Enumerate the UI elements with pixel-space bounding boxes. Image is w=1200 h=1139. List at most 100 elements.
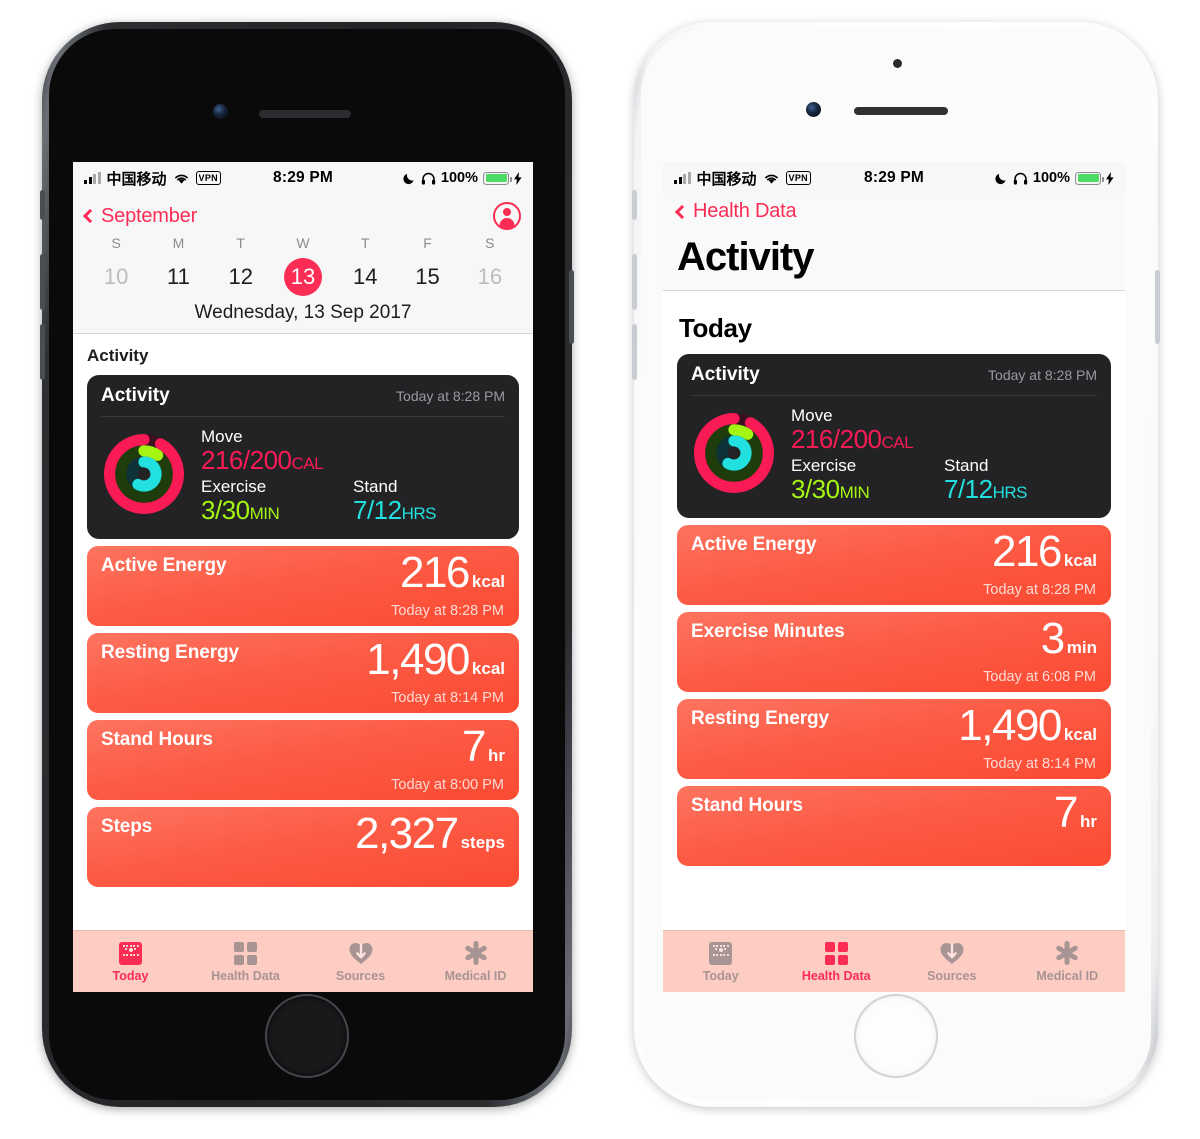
move-value: 216/200 bbox=[201, 445, 292, 476]
screenshot-stage: 中国移动 VPN 8:29 PM 100% September S M T W … bbox=[0, 0, 1200, 1139]
metric-timestamp: Today at 8:28 PM bbox=[391, 603, 504, 620]
mute-switch[interactable] bbox=[632, 190, 637, 220]
date-cell[interactable]: 11 bbox=[147, 264, 209, 290]
metric-row-resting-energy[interactable]: Resting Energy 1,490 kcal Today at 8:14 P… bbox=[87, 633, 519, 714]
date-cell[interactable]: 12 bbox=[210, 264, 272, 290]
volume-down-button[interactable] bbox=[632, 324, 637, 380]
metric-row-resting-energy[interactable]: Resting Energy 1,490 kcal Today at 8:14 P… bbox=[677, 699, 1111, 780]
exercise-unit: MIN bbox=[249, 504, 280, 524]
date-cell[interactable]: 10 bbox=[85, 264, 147, 290]
tab-health-data[interactable]: Health Data bbox=[779, 931, 895, 992]
section-title-today: Today bbox=[679, 313, 752, 343]
weekday-initial: S bbox=[111, 235, 121, 251]
front-camera bbox=[806, 102, 821, 117]
back-button-september[interactable]: September bbox=[82, 204, 198, 228]
metric-value: 3 bbox=[1040, 614, 1065, 664]
iphone-silver: 中国移动 VPN 8:29 PM 100% Health Data Activi… bbox=[632, 22, 1160, 1107]
metric-row-stand-hours[interactable]: Stand Hours 7 hr bbox=[677, 786, 1111, 867]
content-scroll-left[interactable]: Activity Activity Today at 8:28 PM Move … bbox=[73, 334, 533, 930]
exercise-label: Exercise bbox=[201, 477, 267, 497]
move-label: Move bbox=[791, 406, 833, 425]
weekday-initial: T bbox=[236, 235, 245, 251]
metric-unit: steps bbox=[460, 833, 505, 853]
earpiece-speaker bbox=[854, 107, 948, 115]
status-bar: 中国移动 VPN 8:29 PM 100% bbox=[663, 162, 1125, 194]
volume-up-button[interactable] bbox=[632, 254, 637, 310]
page-title: Activity bbox=[677, 235, 815, 279]
power-button[interactable] bbox=[1155, 270, 1160, 344]
iphone-space-gray: 中国移动 VPN 8:29 PM 100% September S M T W … bbox=[40, 22, 574, 1107]
volume-down-button[interactable] bbox=[40, 324, 45, 380]
battery-icon bbox=[483, 171, 512, 185]
tab-label: Today bbox=[112, 969, 149, 983]
earpiece-speaker bbox=[259, 110, 351, 118]
tab-medical-id[interactable]: Medical ID bbox=[418, 931, 533, 992]
exercise-value: 3/30 bbox=[791, 474, 840, 505]
date-cell[interactable]: 14 bbox=[334, 264, 396, 290]
stand-value: 7/12 bbox=[353, 495, 402, 526]
navigation-bar-left: September S M T W T F S 10 11 12 13 14 1… bbox=[73, 194, 533, 334]
metric-unit: kcal bbox=[1063, 725, 1097, 745]
activity-summary-card[interactable]: Activity Today at 8:28 PM Move 216/200CA… bbox=[87, 375, 519, 540]
metric-timestamp: Today at 8:28 PM bbox=[983, 582, 1096, 599]
tab-label: Health Data bbox=[211, 969, 280, 983]
date-number: 16 bbox=[477, 264, 503, 289]
profile-icon[interactable] bbox=[493, 202, 521, 230]
tab-sources[interactable]: Sources bbox=[894, 931, 1010, 992]
headphones-icon bbox=[421, 172, 436, 185]
mute-switch[interactable] bbox=[40, 190, 45, 220]
tab-sources[interactable]: Sources bbox=[303, 931, 418, 992]
date-number: 15 bbox=[415, 264, 440, 289]
back-button-label: September bbox=[101, 204, 198, 227]
tab-medical-id[interactable]: Medical ID bbox=[1010, 931, 1126, 992]
tab-today[interactable]: Today bbox=[663, 931, 779, 992]
grid-icon bbox=[234, 940, 257, 966]
metric-value: 216 bbox=[991, 527, 1062, 577]
heart-down-icon bbox=[939, 940, 965, 966]
exercise-label: Exercise bbox=[791, 456, 857, 476]
content-scroll-right[interactable]: Today Activity Today at 8:28 PM Move 216… bbox=[663, 291, 1125, 930]
exercise-unit: MIN bbox=[839, 483, 870, 503]
stand-unit: HRS bbox=[401, 504, 437, 524]
charging-bolt-icon bbox=[514, 171, 522, 185]
metric-unit: kcal bbox=[1063, 551, 1097, 571]
exercise-stat: Exercise 3/30MIN bbox=[201, 477, 353, 525]
proximity-sensor bbox=[893, 59, 902, 68]
date-number: 13 bbox=[283, 258, 322, 296]
clock-label: 8:29 PM bbox=[273, 169, 333, 186]
home-button[interactable] bbox=[854, 994, 938, 1078]
tab-bar-right: Today Health Data Sources Medical ID bbox=[663, 930, 1125, 992]
volume-up-button[interactable] bbox=[40, 254, 45, 310]
date-number: 14 bbox=[353, 264, 378, 289]
signal-bars-icon bbox=[84, 172, 101, 184]
metric-value: 1,490 bbox=[366, 635, 470, 685]
section-title-activity: Activity bbox=[87, 346, 149, 365]
metric-row-steps[interactable]: Steps 2,327 steps bbox=[87, 807, 519, 888]
tab-health-data[interactable]: Health Data bbox=[188, 931, 303, 992]
activity-rings-chart bbox=[101, 431, 187, 522]
power-button[interactable] bbox=[569, 270, 574, 344]
back-button-health-data[interactable]: Health Data bbox=[674, 200, 1111, 223]
date-cell[interactable]: 16 bbox=[459, 264, 521, 290]
activity-card-timestamp: Today at 8:28 PM bbox=[396, 388, 505, 404]
move-unit: CAL bbox=[881, 433, 914, 453]
clock-label: 8:29 PM bbox=[864, 169, 924, 186]
metric-value: 7 bbox=[1054, 788, 1078, 838]
metric-value: 1,490 bbox=[958, 701, 1062, 751]
wifi-icon bbox=[174, 174, 188, 184]
activity-summary-card[interactable]: Activity Today at 8:28 PM Move 216/200CA… bbox=[677, 354, 1111, 519]
metric-row-active-energy[interactable]: Active Energy 216 kcal Today at 8:28 PM bbox=[87, 546, 519, 627]
metric-row-exercise-minutes[interactable]: Exercise Minutes 3 min Today at 6:08 PM bbox=[677, 612, 1111, 693]
date-cell-selected[interactable]: 13 bbox=[272, 258, 334, 296]
date-cell[interactable]: 15 bbox=[396, 264, 458, 290]
metric-row-stand-hours[interactable]: Stand Hours 7 hr Today at 8:00 PM bbox=[87, 720, 519, 801]
metric-unit: hr bbox=[1080, 812, 1097, 832]
moon-icon bbox=[403, 173, 414, 184]
grid-icon bbox=[824, 940, 848, 966]
vpn-badge: VPN bbox=[785, 171, 811, 185]
move-stat: Move 216/200CAL bbox=[201, 427, 505, 475]
tab-today[interactable]: Today bbox=[73, 931, 188, 992]
metric-row-active-energy[interactable]: Active Energy 216 kcal Today at 8:28 PM bbox=[677, 525, 1111, 606]
chevron-left-icon bbox=[82, 208, 98, 224]
home-button[interactable] bbox=[265, 994, 349, 1078]
